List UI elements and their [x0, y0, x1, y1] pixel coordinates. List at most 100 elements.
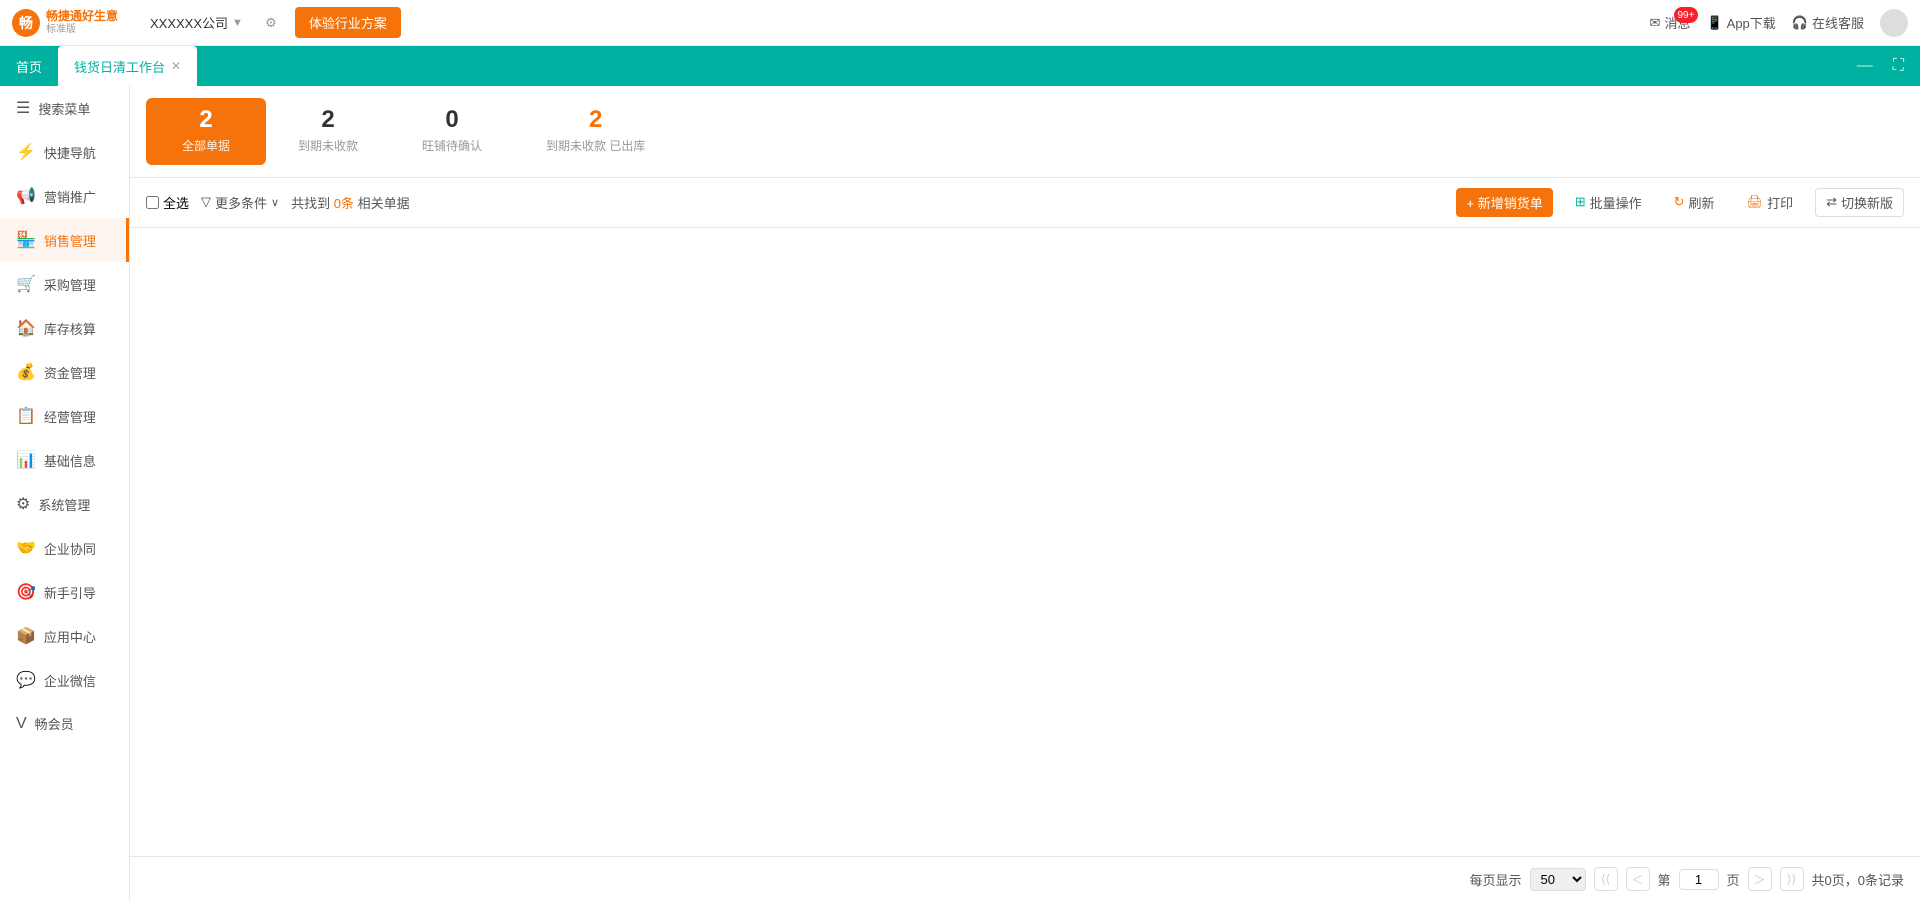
logo-area: 畅 畅捷通好生意 标准版: [12, 9, 142, 37]
tab-workbench[interactable]: 钱货日清工作台 ✕: [58, 46, 197, 86]
message-icon: ✉: [1650, 15, 1661, 31]
settings-icon[interactable]: ⚙: [257, 9, 285, 37]
trial-button[interactable]: 体验行业方案: [295, 7, 401, 38]
last-page-button[interactable]: ⟩⟩: [1780, 867, 1804, 891]
base-info-icon: 📊: [16, 450, 36, 470]
sidebar-item-operations[interactable]: 📋 经营管理: [0, 394, 129, 438]
sidebar-item-guide[interactable]: 🎯 新手引导: [0, 570, 129, 614]
logo-title: 畅捷通好生意: [46, 9, 118, 23]
switch-icon: ⇄: [1826, 194, 1837, 210]
summary-label-all: 全部单据: [182, 137, 230, 154]
sidebar-label-app-center: 应用中心: [44, 627, 96, 646]
sidebar-label-system: 系统管理: [38, 495, 90, 514]
user-avatar[interactable]: [1880, 9, 1908, 37]
page-suffix: 页: [1727, 870, 1740, 889]
select-all-checkbox[interactable]: 全选: [146, 193, 189, 212]
message-button[interactable]: ✉ 消息 99+: [1650, 13, 1691, 32]
sidebar-item-base-info[interactable]: 📊 基础信息: [0, 438, 129, 482]
page-input[interactable]: 1: [1679, 869, 1719, 890]
select-all-input[interactable]: [146, 196, 159, 209]
headset-icon: 🎧: [1792, 15, 1808, 31]
tab-expand-icon[interactable]: ⛶: [1887, 55, 1910, 77]
summary-count-pending: 0: [445, 106, 458, 135]
batch-label: 批量操作: [1590, 193, 1642, 212]
first-page-button[interactable]: ⟨⟨: [1594, 867, 1618, 891]
page-label: 第: [1658, 870, 1671, 889]
batch-operation-button[interactable]: ⊞ 批量操作: [1565, 188, 1652, 217]
print-button[interactable]: 🖨 打印: [1737, 188, 1804, 217]
add-sale-button[interactable]: + 新增销货单: [1456, 188, 1552, 217]
refresh-button[interactable]: ↻ 刷新: [1664, 188, 1725, 217]
sales-icon: 🏪: [16, 230, 36, 250]
enterprise-icon: 🤝: [16, 538, 36, 558]
search-menu-icon: ☰: [16, 98, 30, 118]
summary-card-all[interactable]: 2 全部单据: [146, 98, 266, 165]
finance-icon: 💰: [16, 362, 36, 382]
prev-page-button[interactable]: ＜: [1626, 867, 1650, 891]
summary-label-overdue-out: 到期未收款 已出库: [546, 137, 645, 154]
online-service-button[interactable]: 🎧 在线客服: [1792, 13, 1864, 32]
sidebar-label-purchase: 采购管理: [44, 275, 96, 294]
page-size-label: 每页显示: [1469, 870, 1521, 889]
refresh-icon: ↻: [1674, 194, 1685, 210]
header-right: ✉ 消息 99+ 📱 App下载 🎧 在线客服: [1650, 9, 1908, 37]
sidebar-item-enterprise[interactable]: 🤝 企业协同: [0, 526, 129, 570]
filter-button[interactable]: ▽ 更多条件 ∨: [201, 193, 279, 212]
company-name: XXXXXX公司: [150, 13, 228, 32]
member-icon: V: [16, 715, 27, 733]
filter-icon: ▽: [201, 194, 211, 210]
sidebar-label-marketing: 营销推广: [44, 187, 96, 206]
summary-label-overdue: 到期未收款: [298, 137, 358, 154]
sidebar-item-inventory[interactable]: 🏠 库存核算: [0, 306, 129, 350]
chevron-down-icon: ▼: [232, 17, 243, 29]
sidebar-item-search-menu[interactable]: ☰ 搜索菜单: [0, 86, 129, 130]
total-info: 共0页，0条记录: [1812, 870, 1904, 889]
company-selector[interactable]: XXXXXX公司 ▼: [142, 9, 251, 36]
summary-card-overdue[interactable]: 2 到期未收款: [266, 98, 390, 165]
online-service-label: 在线客服: [1812, 13, 1864, 32]
toolbar-right: + 新增销货单 ⊞ 批量操作 ↻ 刷新 🖨 打印 ⇄ 切换新版: [1456, 188, 1904, 217]
logo-sub: 标准版: [46, 24, 118, 36]
sidebar-label-weixin: 企业微信: [44, 671, 96, 690]
tab-home-label: 首页: [16, 57, 42, 76]
summary-card-overdue-out[interactable]: 2 到期未收款 已出库: [514, 98, 677, 165]
summary-card-pending[interactable]: 0 旺铺待确认: [390, 98, 514, 165]
purchase-icon: 🛒: [16, 274, 36, 294]
system-icon: ⚙: [16, 494, 30, 514]
logo-icon: 畅: [12, 9, 40, 37]
next-page-button[interactable]: ＞: [1748, 867, 1772, 891]
sidebar-item-finance[interactable]: 💰 资金管理: [0, 350, 129, 394]
pagination-bar: 每页显示 50 100 200 ⟨⟨ ＜ 第 1 页 ＞ ⟩⟩ 共0页，0条记录: [130, 856, 1920, 901]
print-icon: 🖨: [1747, 194, 1764, 210]
sidebar-item-weixin[interactable]: 💬 企业微信: [0, 658, 129, 702]
filter-label: 更多条件: [215, 193, 267, 212]
switch-version-button[interactable]: ⇄ 切换新版: [1815, 188, 1904, 217]
sidebar-label-quick-nav: 快捷导航: [44, 143, 96, 162]
summary-count-overdue: 2: [321, 106, 334, 135]
tab-bar: 首页 钱货日清工作台 ✕ — ⛶: [0, 46, 1920, 86]
quick-nav-icon: ⚡: [16, 142, 36, 162]
summary-count-all: 2: [199, 106, 212, 135]
sidebar-item-sales[interactable]: 🏪 销售管理: [0, 218, 129, 262]
switch-version-label: 切换新版: [1841, 193, 1893, 212]
select-all-label: 全选: [163, 193, 189, 212]
sidebar-item-system[interactable]: ⚙ 系统管理: [0, 482, 129, 526]
sidebar-item-quick-nav[interactable]: ⚡ 快捷导航: [0, 130, 129, 174]
summary-bar: 2 全部单据 2 到期未收款 0 旺铺待确认 2 到期未收款 已出库: [130, 86, 1920, 178]
phone-icon: 📱: [1706, 15, 1722, 31]
sidebar-label-finance: 资金管理: [44, 363, 96, 382]
sidebar-item-member[interactable]: V 畅会员: [0, 702, 129, 745]
sidebar-label-member: 畅会员: [35, 714, 74, 733]
sidebar-item-purchase[interactable]: 🛒 采购管理: [0, 262, 129, 306]
app-download-button[interactable]: 📱 App下载: [1706, 13, 1775, 32]
tab-close-icon[interactable]: ✕: [171, 59, 181, 73]
toolbar: 全选 ▽ 更多条件 ∨ 共找到 0条 相关单据 + 新增销货单 ⊞ 批量操作 ↻…: [130, 178, 1920, 228]
page-size-select[interactable]: 50 100 200: [1530, 868, 1586, 891]
sidebar-item-app-center[interactable]: 📦 应用中心: [0, 614, 129, 658]
tab-bar-right: — ⛶: [1851, 55, 1920, 77]
inventory-icon: 🏠: [16, 318, 36, 338]
tab-minimize-icon[interactable]: —: [1851, 55, 1879, 77]
sidebar-item-marketing[interactable]: 📢 营销推广: [0, 174, 129, 218]
refresh-label: 刷新: [1689, 193, 1715, 212]
tab-home[interactable]: 首页: [0, 46, 58, 86]
